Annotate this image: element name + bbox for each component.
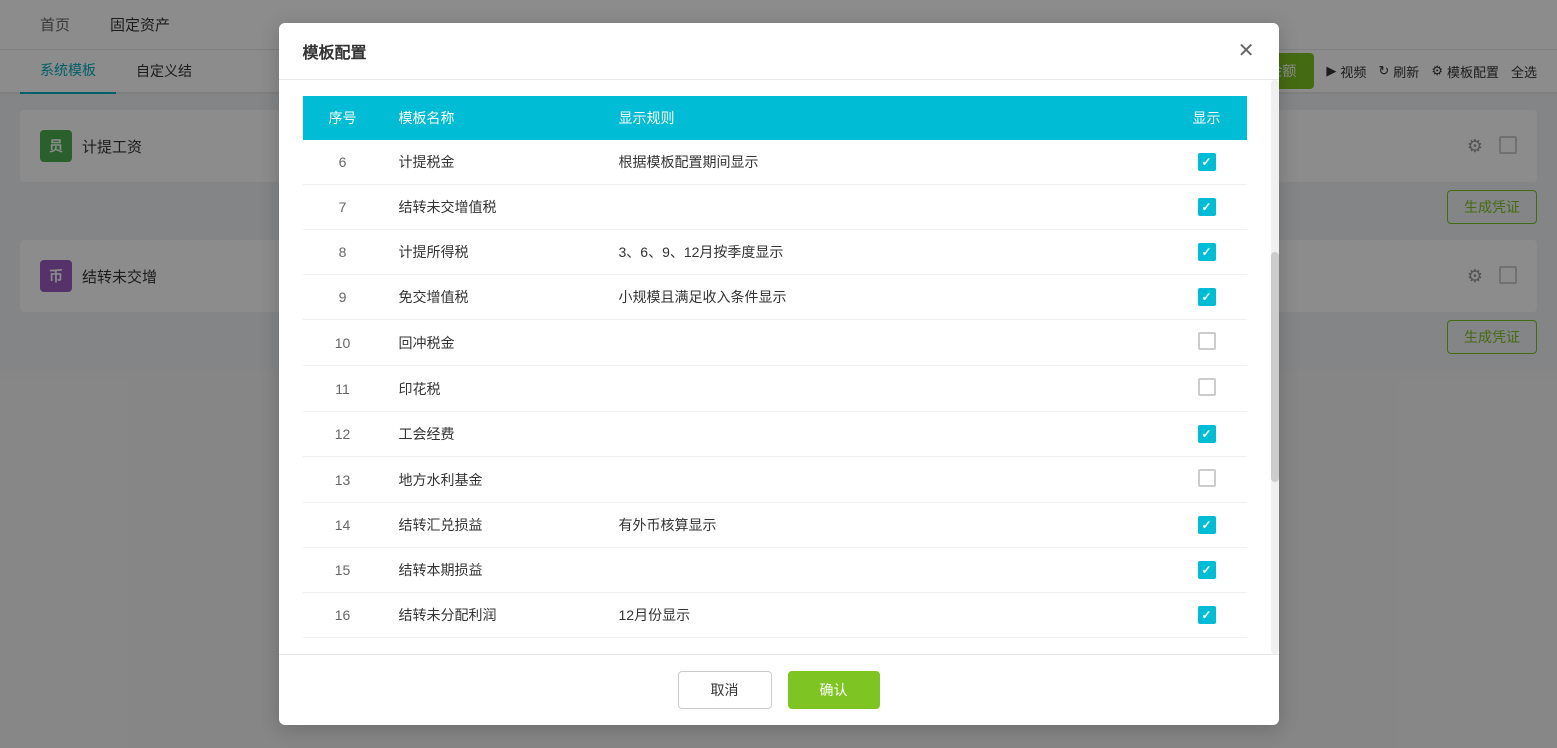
cell-name: 计提所得税 <box>383 230 603 275</box>
dialog-body: 序号 模板名称 显示规则 显示 6计提税金根据模板配置期间显示7结转未交增值税8… <box>279 80 1279 654</box>
cell-rule: 有外币核算显示 <box>603 503 1167 548</box>
cell-name: 印花税 <box>383 366 603 412</box>
cell-name: 免交增值税 <box>383 275 603 320</box>
cell-show <box>1167 185 1247 230</box>
table-row: 11印花税 <box>303 366 1247 412</box>
cell-rule <box>603 320 1167 366</box>
cell-name: 地方水利基金 <box>383 457 603 503</box>
cell-index: 9 <box>303 275 383 320</box>
table-row: 8计提所得税3、6、9、12月按季度显示 <box>303 230 1247 275</box>
cell-name: 计提税金 <box>383 140 603 185</box>
cell-index: 10 <box>303 320 383 366</box>
row-checkbox[interactable] <box>1198 469 1216 487</box>
cell-rule: 小规模且满足收入条件显示 <box>603 275 1167 320</box>
cell-name: 结转本期损益 <box>383 548 603 593</box>
row-checkbox[interactable] <box>1198 378 1216 396</box>
cell-index: 15 <box>303 548 383 593</box>
cell-index: 14 <box>303 503 383 548</box>
cell-index: 13 <box>303 457 383 503</box>
cell-show <box>1167 503 1247 548</box>
table-row: 15结转本期损益 <box>303 548 1247 593</box>
cell-name: 回冲税金 <box>383 320 603 366</box>
table-row: 12工会经费 <box>303 412 1247 457</box>
row-checkbox[interactable] <box>1198 606 1216 624</box>
cell-name: 结转汇兑损益 <box>383 503 603 548</box>
cell-index: 11 <box>303 366 383 412</box>
cell-rule: 12月份显示 <box>603 593 1167 638</box>
cell-rule: 根据模板配置期间显示 <box>603 140 1167 185</box>
row-checkbox[interactable] <box>1198 243 1216 261</box>
dialog-footer: 取消 确认 <box>279 654 1279 725</box>
scrollbar-track <box>1271 80 1279 654</box>
row-checkbox[interactable] <box>1198 561 1216 579</box>
cell-rule <box>603 548 1167 593</box>
cell-rule <box>603 366 1167 412</box>
cancel-button[interactable]: 取消 <box>678 671 772 709</box>
cell-show <box>1167 275 1247 320</box>
dialog-header: 模板配置 ✕ <box>279 23 1279 80</box>
row-checkbox[interactable] <box>1198 516 1216 534</box>
cell-show <box>1167 366 1247 412</box>
template-config-dialog: 模板配置 ✕ 序号 模板名称 显示规则 显示 6计提税金根据模板配置期间显示7结… <box>279 23 1279 725</box>
row-checkbox[interactable] <box>1198 332 1216 350</box>
cell-index: 12 <box>303 412 383 457</box>
row-checkbox[interactable] <box>1198 153 1216 171</box>
cell-name: 工会经费 <box>383 412 603 457</box>
table-row: 14结转汇兑损益有外币核算显示 <box>303 503 1247 548</box>
cell-index: 8 <box>303 230 383 275</box>
cell-rule <box>603 457 1167 503</box>
col-index: 序号 <box>303 96 383 140</box>
row-checkbox[interactable] <box>1198 425 1216 443</box>
cell-index: 6 <box>303 140 383 185</box>
col-show: 显示 <box>1167 96 1247 140</box>
confirm-button[interactable]: 确认 <box>788 671 880 709</box>
cell-rule: 3、6、9、12月按季度显示 <box>603 230 1167 275</box>
row-checkbox[interactable] <box>1198 288 1216 306</box>
cell-show <box>1167 140 1247 185</box>
table-header: 序号 模板名称 显示规则 显示 <box>303 96 1247 140</box>
col-rule: 显示规则 <box>603 96 1167 140</box>
cell-index: 7 <box>303 185 383 230</box>
cell-show <box>1167 320 1247 366</box>
table-row: 13地方水利基金 <box>303 457 1247 503</box>
table-row: 9免交增值税小规模且满足收入条件显示 <box>303 275 1247 320</box>
dialog-title: 模板配置 <box>303 39 367 63</box>
modal-overlay: 模板配置 ✕ 序号 模板名称 显示规则 显示 6计提税金根据模板配置期间显示7结… <box>0 0 1557 748</box>
cell-show <box>1167 412 1247 457</box>
close-button[interactable]: ✕ <box>1238 41 1255 61</box>
cell-name: 结转未分配利润 <box>383 593 603 638</box>
config-table: 序号 模板名称 显示规则 显示 6计提税金根据模板配置期间显示7结转未交增值税8… <box>303 96 1247 638</box>
cell-show <box>1167 593 1247 638</box>
col-name: 模板名称 <box>383 96 603 140</box>
table-row: 16结转未分配利润12月份显示 <box>303 593 1247 638</box>
table-row: 10回冲税金 <box>303 320 1247 366</box>
cell-index: 16 <box>303 593 383 638</box>
scrollbar-thumb[interactable] <box>1271 252 1279 482</box>
table-row: 7结转未交增值税 <box>303 185 1247 230</box>
cell-show <box>1167 230 1247 275</box>
row-checkbox[interactable] <box>1198 198 1216 216</box>
cell-rule <box>603 185 1167 230</box>
cell-name: 结转未交增值税 <box>383 185 603 230</box>
cell-show <box>1167 457 1247 503</box>
cell-rule <box>603 412 1167 457</box>
table-row: 6计提税金根据模板配置期间显示 <box>303 140 1247 185</box>
table-body: 6计提税金根据模板配置期间显示7结转未交增值税8计提所得税3、6、9、12月按季… <box>303 140 1247 638</box>
cell-show <box>1167 548 1247 593</box>
